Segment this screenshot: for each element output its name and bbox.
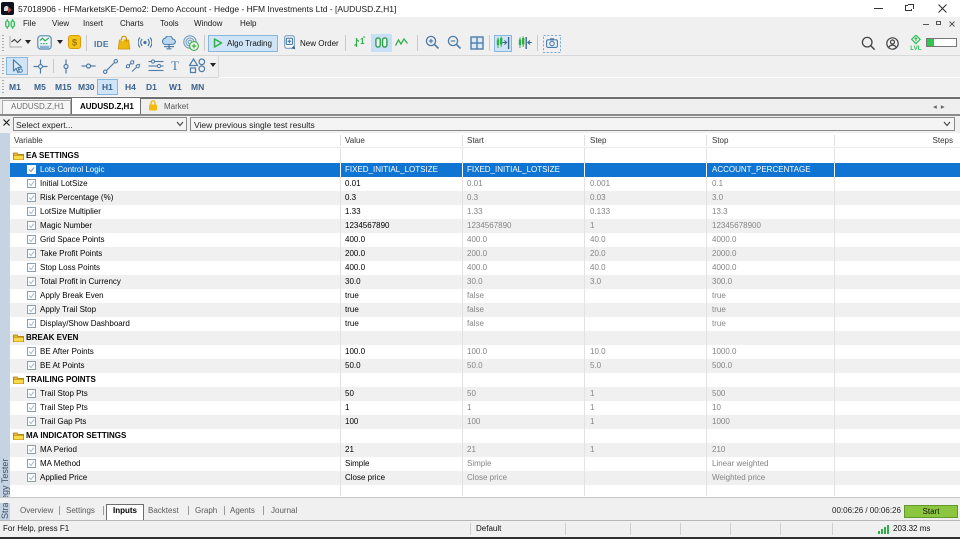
svg-text:$: $	[71, 37, 77, 48]
svg-text:LVL: LVL	[910, 45, 921, 51]
svg-text:1: 1	[360, 37, 365, 46]
